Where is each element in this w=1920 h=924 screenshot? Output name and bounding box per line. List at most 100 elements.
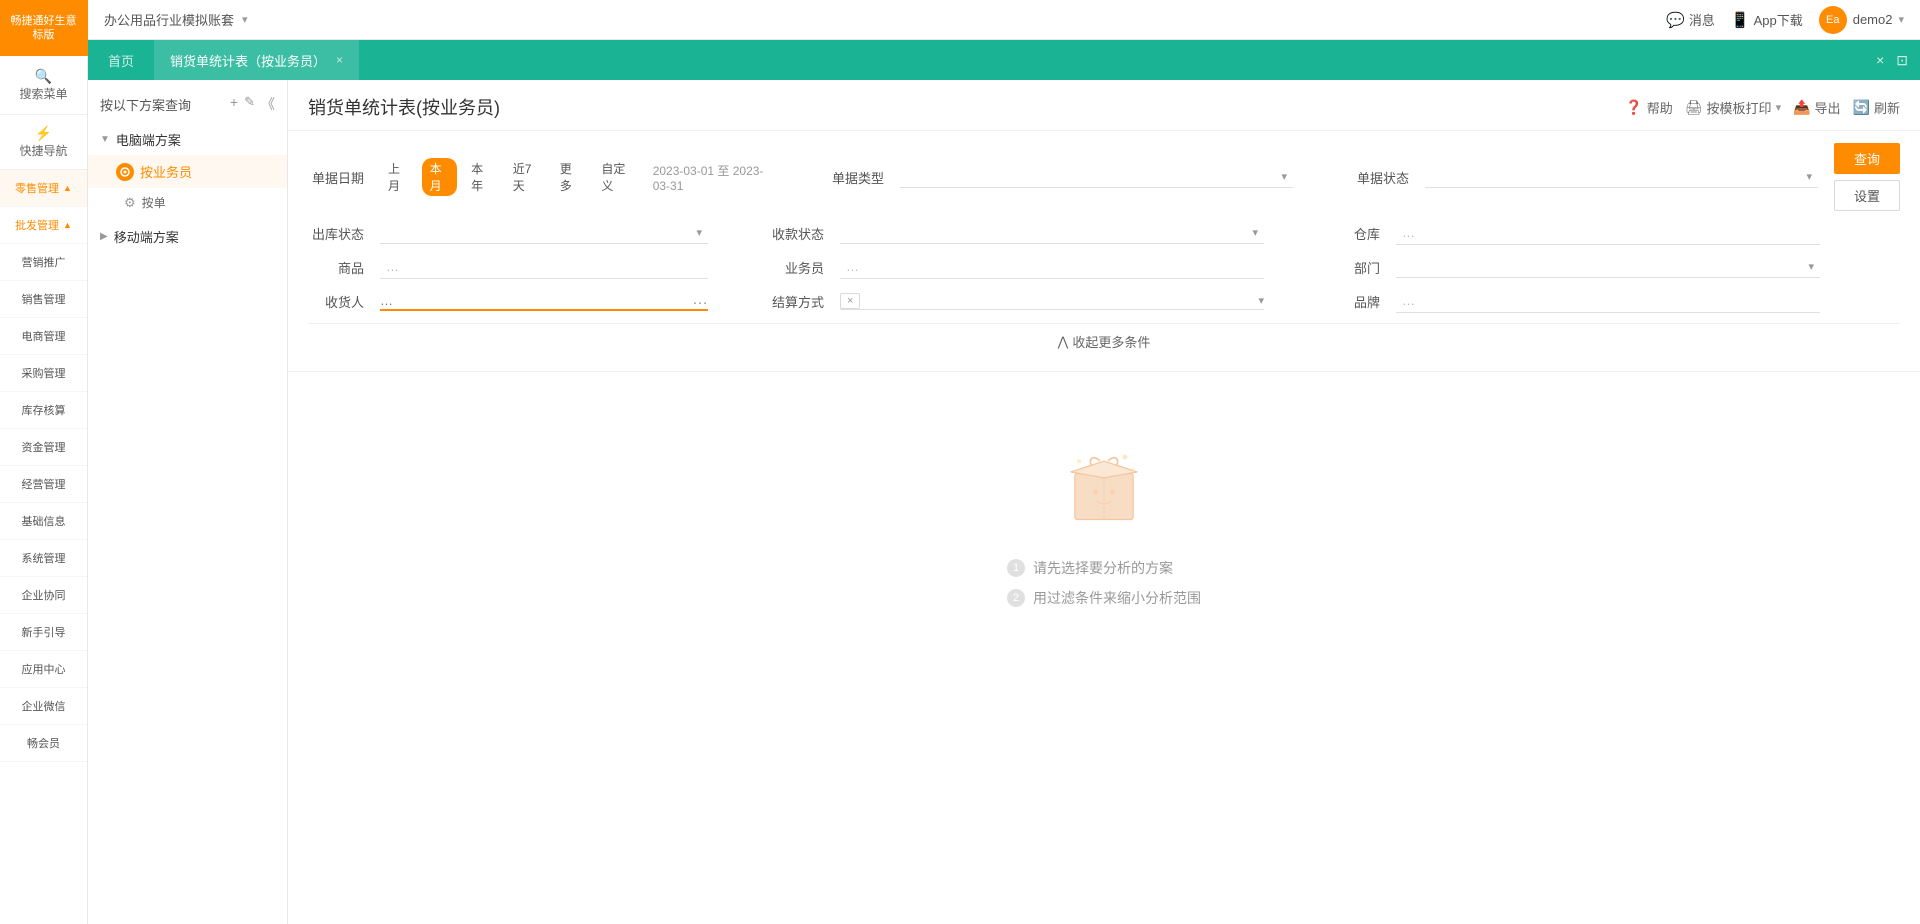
brand-label: 品牌: [1324, 292, 1380, 311]
sidebar-item-member[interactable]: 畅会员: [0, 725, 87, 762]
sales-label: 销售管理: [22, 291, 66, 307]
collapse-btn[interactable]: ⋀ 收起更多条件: [1058, 332, 1151, 351]
tab-restore-btn[interactable]: ⊡: [1892, 48, 1912, 73]
product-label: 商品: [308, 258, 364, 277]
scheme-group-desktop: ▼ 电脑端方案 按业务员 ⚙ 按单: [88, 124, 287, 217]
mobile-group-label: 移动端方案: [114, 227, 179, 246]
logo-text: 畅捷通好生意: [11, 14, 77, 28]
export-action[interactable]: 📤 导出: [1793, 98, 1840, 117]
doc-status-label: 单据状态: [1353, 168, 1409, 187]
sidebar-item-retail[interactable]: 零售管理 ▲: [0, 170, 87, 207]
date-btn-this-year[interactable]: 本年: [463, 158, 499, 196]
sidebar-item-corpwechat[interactable]: 企业微信: [0, 688, 87, 725]
doc-type-select[interactable]: ▾: [900, 166, 1293, 188]
sidebar-shortcut[interactable]: ⚡ 快捷导航: [0, 115, 87, 170]
date-range-text: 2023-03-01 至 2023-03-31: [653, 162, 768, 193]
help-action[interactable]: ❓ 帮助: [1625, 98, 1672, 117]
receiver-input[interactable]: [380, 293, 688, 308]
sidebar-item-appstore[interactable]: 应用中心: [0, 651, 87, 688]
refresh-action[interactable]: 🔄 刷新: [1853, 98, 1900, 117]
sidebar-item-sales[interactable]: 销售管理: [0, 281, 87, 318]
top-header: 办公用品行业模拟账套 ▾ 💬 消息 📱 App下载 Ea demo2 ▾: [88, 0, 1920, 40]
collapse-label: 收起更多条件: [1072, 332, 1150, 351]
tab-sales-stats[interactable]: 销货单统计表（按业务员） ×: [154, 40, 359, 80]
print-label: 按模板打印: [1707, 98, 1772, 117]
filter-row-1: 单据日期 上月 本月 本年 近7天 更多 自定义 2023-03-01 至 20…: [308, 143, 1900, 211]
empty-step1: 1: [1007, 559, 1025, 577]
user-menu[interactable]: Ea demo2 ▾: [1819, 6, 1904, 34]
user-name: demo2: [1853, 12, 1893, 27]
doc-type-arrow: ▾: [1281, 170, 1287, 183]
add-scheme-btn[interactable]: +: [230, 94, 238, 114]
date-btn-custom[interactable]: 自定义: [593, 158, 638, 196]
basic-label: 基础信息: [22, 513, 66, 529]
tab-close-window-btn[interactable]: ×: [1872, 48, 1888, 72]
app-download-action[interactable]: 📱 App下载: [1731, 10, 1803, 29]
purchase-label: 采购管理: [22, 365, 66, 381]
sidebar-item-operations[interactable]: 经营管理: [0, 466, 87, 503]
filter-item-ship-status: 出库状态 ▾: [308, 222, 708, 244]
export-icon: 📤: [1793, 99, 1810, 116]
sidebar-item-inventory[interactable]: 库存核算: [0, 392, 87, 429]
settlement-tag: ×: [840, 293, 860, 309]
product-select[interactable]: …: [380, 255, 708, 279]
salesman-select[interactable]: …: [840, 255, 1264, 279]
breadcrumb-text: 办公用品行业模拟账套: [104, 10, 234, 29]
collapse-icon: ⋀: [1058, 334, 1069, 350]
filter-item-payment-status: 收款状态 ▾: [768, 222, 1264, 244]
sidebar-item-wholesale[interactable]: 批发管理 ▲: [0, 207, 87, 244]
sidebar-item-purchase[interactable]: 采购管理: [0, 355, 87, 392]
warehouse-select[interactable]: …: [1396, 221, 1820, 245]
print-action[interactable]: 🖨 按模板打印 ▾: [1685, 98, 1781, 117]
empty-hint2: 用过滤条件来缩小分析范围: [1033, 584, 1201, 612]
scheme-group-mobile-header[interactable]: ▶ 移动端方案: [88, 221, 287, 252]
sidebar-item-newbie[interactable]: 新手引导: [0, 614, 87, 651]
collapse-bar: ⋀ 收起更多条件: [308, 323, 1900, 359]
date-btn-last-month[interactable]: 上月: [380, 158, 416, 196]
scheme-sub-icon: ⚙: [124, 195, 136, 211]
date-btn-this-month[interactable]: 本月: [422, 158, 458, 196]
sidebar-item-basic[interactable]: 基础信息: [0, 503, 87, 540]
corp-label: 企业协同: [22, 587, 66, 603]
payment-status-select[interactable]: ▾: [840, 222, 1264, 244]
sidebar: 畅捷通好生意 标版 🔍 搜索菜单 ⚡ 快捷导航 零售管理 ▲ 批发管理 ▲ 营销…: [0, 0, 88, 924]
message-action[interactable]: 💬 消息: [1666, 10, 1715, 29]
newbie-label: 新手引导: [22, 624, 66, 640]
scheme-by-salesman-label: 按业务员: [140, 162, 192, 181]
empty-state: 1 请先选择要分析的方案 2 用过滤条件来缩小分析范围: [288, 372, 1920, 674]
filter-area: 单据日期 上月 本月 本年 近7天 更多 自定义 2023-03-01 至 20…: [288, 131, 1920, 372]
date-filter-label: 单据日期: [308, 168, 364, 187]
payment-status-arrow: ▾: [1252, 226, 1258, 239]
help-label: 帮助: [1647, 98, 1673, 117]
sidebar-item-system[interactable]: 系统管理: [0, 540, 87, 577]
sidebar-item-ecommerce[interactable]: 电商管理: [0, 318, 87, 355]
settlement-tag-close[interactable]: ×: [847, 295, 853, 307]
settings-btn[interactable]: 设置: [1834, 180, 1900, 211]
collapse-panel-btn[interactable]: 《: [261, 94, 275, 114]
sidebar-item-corp[interactable]: 企业协同: [0, 577, 87, 614]
tab-close-btn[interactable]: ×: [336, 53, 343, 67]
scheme-item-by-salesman[interactable]: 按业务员: [88, 155, 287, 188]
scheme-group-desktop-header[interactable]: ▼ 电脑端方案: [88, 124, 287, 155]
receiver-dots[interactable]: …: [692, 291, 708, 309]
doc-status-select[interactable]: ▾: [1425, 166, 1818, 188]
date-btn-last-7days[interactable]: 近7天: [505, 158, 546, 196]
department-select[interactable]: ▾: [1396, 256, 1820, 278]
sidebar-item-marketing[interactable]: 营销推广: [0, 244, 87, 281]
salesman-label: 业务员: [768, 258, 824, 277]
tab-home[interactable]: 首页: [88, 40, 154, 80]
filter-row-2: 出库状态 ▾ 收款状态: [308, 221, 1900, 245]
department-label: 部门: [1324, 258, 1380, 277]
sidebar-search[interactable]: 🔍 搜索菜单: [0, 56, 87, 115]
sidebar-item-finance[interactable]: 资金管理: [0, 429, 87, 466]
edit-scheme-btn[interactable]: ✎: [244, 94, 255, 114]
brand-select[interactable]: …: [1396, 289, 1820, 313]
print-icon: 🖨: [1685, 99, 1703, 116]
date-btn-more[interactable]: 更多: [552, 158, 588, 196]
scheme-item-by-order[interactable]: ⚙ 按单: [88, 188, 287, 217]
ship-status-select[interactable]: ▾: [380, 222, 708, 244]
payment-status-label: 收款状态: [768, 224, 824, 243]
breadcrumb-arrow[interactable]: ▾: [242, 13, 248, 26]
sidebar-logo: 畅捷通好生意 标版: [0, 0, 88, 56]
query-btn[interactable]: 查询: [1834, 143, 1900, 174]
